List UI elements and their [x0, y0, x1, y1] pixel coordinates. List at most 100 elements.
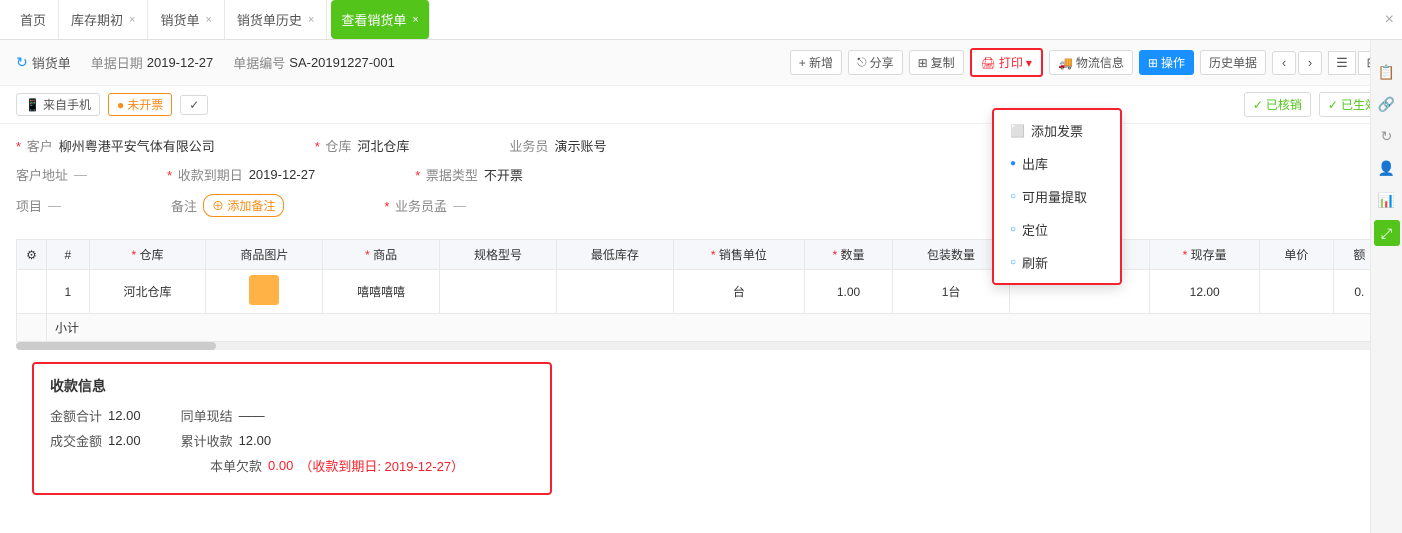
- print-dropdown-arrow: ▾: [1026, 56, 1032, 70]
- tab-sales-history-close[interactable]: ×: [308, 14, 314, 26]
- col-settings[interactable]: ⚙: [17, 240, 47, 270]
- not-open-button[interactable]: ● 未开票: [108, 93, 172, 116]
- dropdown-available[interactable]: ○ 可用量提取: [994, 180, 1120, 213]
- tab-sales[interactable]: 销货单 ×: [148, 0, 224, 39]
- ops-label: 操作: [1161, 54, 1185, 71]
- payment-row-2: 成交金额 12.00 累计收款 12.00: [50, 431, 534, 450]
- staff-value: 演示账号: [554, 136, 606, 155]
- tab-inventory-close[interactable]: ×: [129, 14, 135, 26]
- subtotal-label: 小计: [47, 314, 1386, 342]
- effective-check-icon: ✓: [1328, 98, 1338, 112]
- share-button[interactable]: ⎋ 分享: [848, 50, 903, 75]
- locate-label: 定位: [1022, 220, 1048, 239]
- logistics-button[interactable]: 🚚 物流信息: [1049, 50, 1133, 75]
- tab-view-sales[interactable]: 查看销货单 ×: [331, 0, 429, 39]
- doc-info: 单据日期 2019-12-27 单据编号 SA-20191227-001: [91, 53, 790, 72]
- doc-header: ↻ 销货单 单据日期 2019-12-27 单据编号 SA-20191227-0…: [0, 40, 1402, 86]
- invoice-icon: ●: [117, 98, 124, 112]
- payment-row-1: 金额合计 12.00 同单现结 ——: [50, 406, 534, 425]
- from-phone-button[interactable]: 📱 来自手机: [16, 93, 100, 116]
- list-view-button[interactable]: ☰: [1328, 51, 1356, 75]
- payment-title: 收款信息: [50, 376, 534, 396]
- address-value: —: [74, 167, 87, 182]
- due-date-value: 2019-12-27: [249, 167, 316, 182]
- print-icon: 🖨: [981, 56, 996, 70]
- add-remark-button[interactable]: ⊕ 添加备注: [203, 194, 284, 217]
- doc-type-badge: ↻ 销货单: [16, 53, 71, 72]
- from-phone-label: 来自手机: [43, 96, 91, 113]
- cumulative-value: 12.00: [239, 433, 272, 448]
- dropdown-refresh[interactable]: ○ 刷新: [994, 246, 1120, 279]
- not-open-label: 未开票: [127, 96, 163, 113]
- transaction-value: 12.00: [108, 433, 141, 448]
- same-order-item: 同单现结 ——: [181, 406, 265, 425]
- form-row-1: * * 客户客户 柳州粤港平安气体有限公司 * 仓库 河北仓库 业务员 演示账号: [16, 136, 1386, 155]
- same-order-label: 同单现结: [181, 406, 233, 425]
- refresh-label: 刷新: [1022, 253, 1048, 272]
- history-button[interactable]: 历史单据: [1200, 50, 1266, 75]
- ops-button[interactable]: ⊞ 操作: [1139, 50, 1194, 75]
- dropdown-outbound[interactable]: ● 出库: [994, 147, 1120, 180]
- invoice-field: * 票据类型 不开票: [415, 165, 523, 184]
- content-area: ↻ 销货单 单据日期 2019-12-27 单据编号 SA-20191227-0…: [0, 40, 1402, 533]
- tab-view-sales-label: 查看销货单: [341, 10, 406, 29]
- add-button[interactable]: + 新增: [790, 50, 842, 75]
- window-close-button[interactable]: ×: [1385, 11, 1394, 29]
- print-button[interactable]: 🖨 打印 ▾: [973, 51, 1040, 74]
- tab-sales-close[interactable]: ×: [205, 14, 211, 26]
- tab-inventory-label: 库存期初: [71, 10, 123, 29]
- logistics-label: 物流信息: [1076, 54, 1124, 71]
- sidebar-icon-1[interactable]: 📋: [1375, 60, 1399, 84]
- refresh-icon: ○: [1010, 257, 1016, 268]
- tab-home[interactable]: 首页: [8, 0, 59, 39]
- sidebar-icon-3[interactable]: ↻: [1375, 124, 1399, 148]
- table-scroll-bar[interactable]: [16, 342, 1386, 350]
- add-invoice-icon: ⬜: [1010, 124, 1025, 138]
- customer-value: 柳州粤港平安气体有限公司: [59, 136, 215, 155]
- prev-button[interactable]: ‹: [1272, 51, 1296, 75]
- tab-view-sales-close[interactable]: ×: [412, 14, 418, 26]
- product-image: [249, 275, 279, 305]
- confirm-button[interactable]: ✓: [180, 95, 208, 115]
- copy-button[interactable]: ⊞ 复制: [909, 50, 964, 75]
- col-stock: * 现存量: [1150, 240, 1260, 270]
- locate-icon: ○: [1010, 224, 1016, 235]
- sidebar-icon-4[interactable]: 👤: [1375, 156, 1399, 180]
- col-product-img: 商品图片: [206, 240, 323, 270]
- next-button[interactable]: ›: [1298, 51, 1322, 75]
- tab-home-label: 首页: [20, 10, 46, 29]
- tab-sales-history[interactable]: 销货单历史 ×: [225, 0, 327, 39]
- dropdown-menu: ⬜ 添加发票 ● 出库 ○ 可用量提取 ○ 定位 ○ 刷新: [992, 108, 1122, 285]
- current-due-label: 本单欠款: [210, 456, 262, 475]
- sidebar-icon-6[interactable]: ⤢: [1374, 220, 1400, 246]
- dropdown-locate[interactable]: ○ 定位: [994, 213, 1120, 246]
- data-table: ⚙ # * 仓库 商品图片 * 商品 规格型号 最低库存 * 销售单位 * 数量…: [16, 239, 1386, 342]
- row-product-img: [206, 270, 323, 314]
- doc-number-value: SA-20191227-001: [289, 55, 395, 70]
- doc-toolbar: + 新增 ⎋ 分享 ⊞ 复制 🖨 打印 ▾ 🚚 物流信息 ⊞: [790, 48, 1386, 77]
- total-amount-value: 12.00: [108, 408, 141, 423]
- tab-bar: 首页 库存期初 × 销货单 × 销货单历史 × 查看销货单 × ×: [0, 0, 1402, 40]
- table-wrapper: ⚙ # * 仓库 商品图片 * 商品 规格型号 最低库存 * 销售单位 * 数量…: [0, 239, 1402, 342]
- subtotal-row: 小计: [17, 314, 1386, 342]
- sidebar-icon-2[interactable]: 🔗: [1375, 92, 1399, 116]
- dropdown-add-invoice[interactable]: ⬜ 添加发票: [994, 114, 1120, 147]
- doc-number-label: 单据编号: [233, 53, 285, 72]
- col-quantity: * 数量: [805, 240, 893, 270]
- col-product: * 商品: [323, 240, 440, 270]
- available-label: 可用量提取: [1022, 187, 1087, 206]
- history-label: 历史单据: [1209, 54, 1257, 71]
- remark-field: 备注 ⊕ 添加备注: [171, 194, 284, 217]
- print-label: 打印: [999, 54, 1023, 71]
- cancelled-button[interactable]: ✓ 已核销: [1244, 92, 1311, 117]
- ops-icon: ⊞: [1148, 56, 1158, 70]
- salesman-field: * 业务员孟 —: [384, 196, 466, 215]
- row-spec: [440, 270, 557, 314]
- due-date-field: * 收款到期日 2019-12-27: [167, 165, 315, 184]
- sidebar-icon-5[interactable]: 📊: [1375, 188, 1399, 212]
- tab-sales-history-label: 销货单历史: [237, 10, 302, 29]
- salesman-label: * 业务员孟: [384, 196, 447, 215]
- customer-field: * * 客户客户 柳州粤港平安气体有限公司: [16, 136, 215, 155]
- tab-inventory[interactable]: 库存期初 ×: [59, 0, 148, 39]
- cumulative-label: 累计收款: [181, 431, 233, 450]
